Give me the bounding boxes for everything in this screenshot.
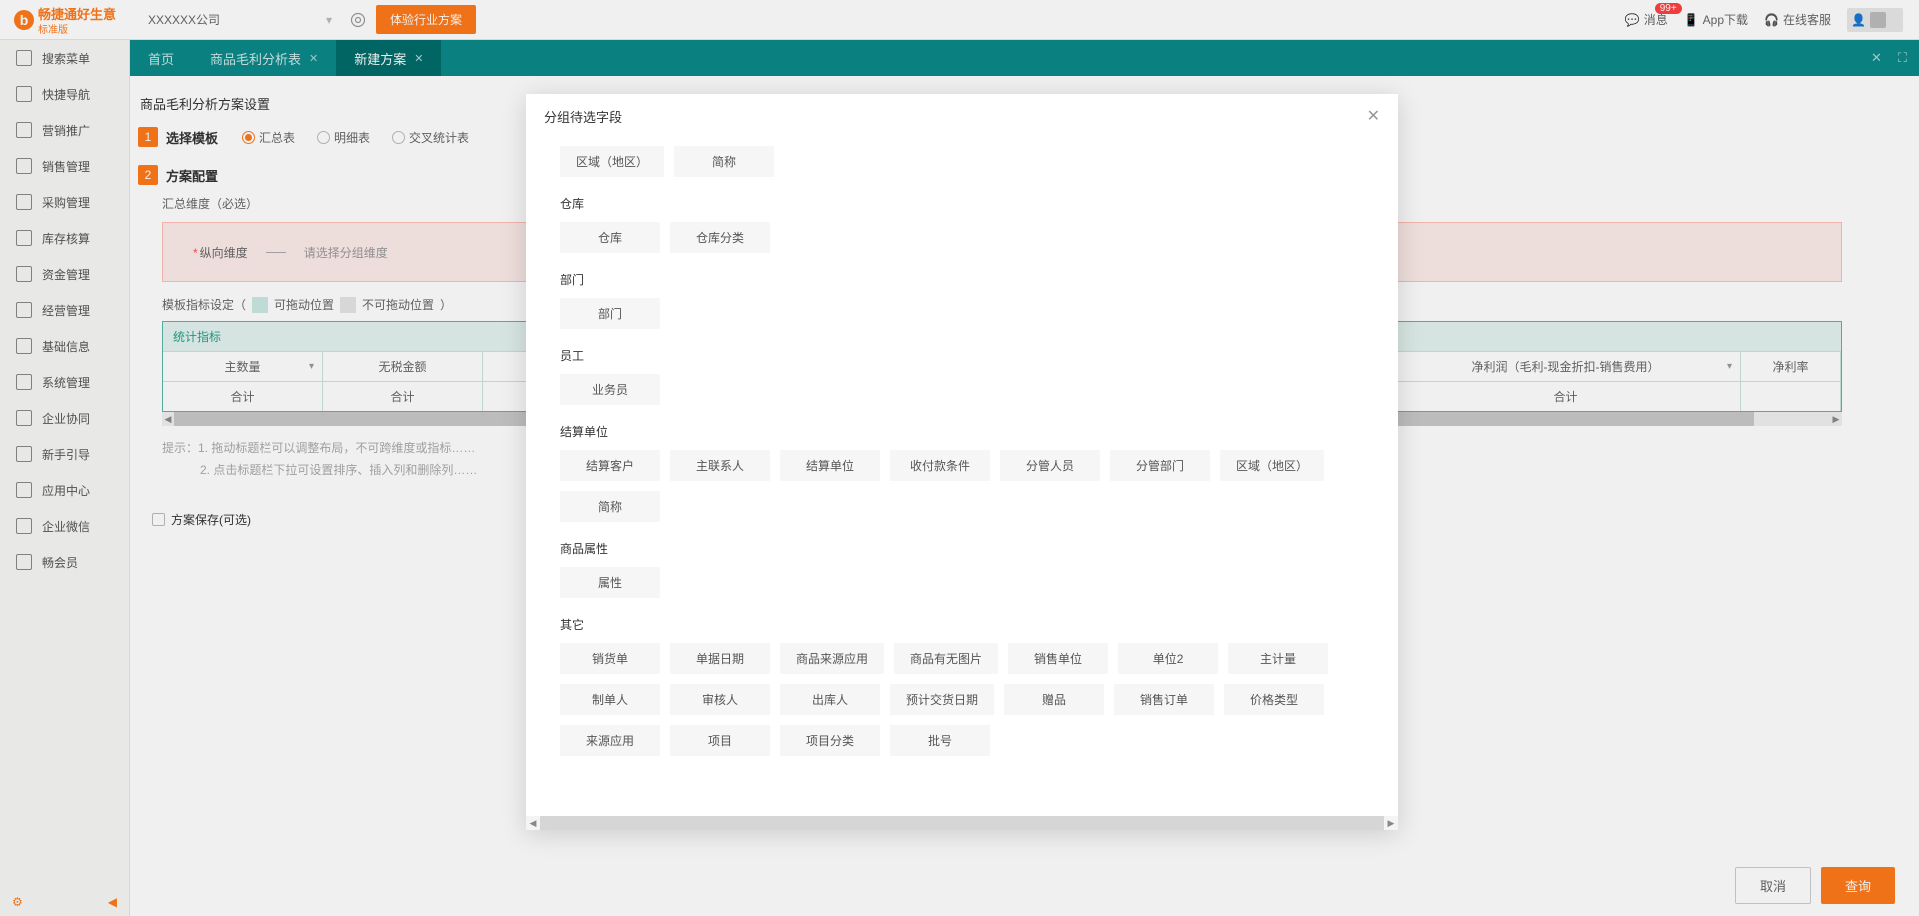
field-chip[interactable]: 出库人 bbox=[780, 684, 880, 715]
field-chips: 销货单单据日期商品来源应用商品有无图片销售单位单位2 主计量制单人审核人出库人预计… bbox=[560, 643, 1364, 756]
field-chip[interactable]: 商品来源应用 bbox=[780, 643, 884, 674]
field-chips: 部门 bbox=[560, 298, 1364, 329]
modal-horizontal-scrollbar[interactable]: ◀ ▶ bbox=[526, 816, 1398, 830]
field-chips: 结算客户主联系人结算单位收付款条件分管人员分管部门区域（地区） 简称 bbox=[560, 450, 1364, 522]
field-chip[interactable]: 结算单位 bbox=[780, 450, 880, 481]
field-group-title: 其它 bbox=[560, 616, 1364, 633]
scroll-right-arrow[interactable]: ▶ bbox=[1384, 816, 1398, 830]
field-group-title: 部门 bbox=[560, 271, 1364, 288]
scroll-thumb[interactable] bbox=[540, 816, 1384, 830]
field-chip[interactable]: 部门 bbox=[560, 298, 660, 329]
field-chip[interactable]: 主计量 bbox=[1228, 643, 1328, 674]
field-group-title: 仓库 bbox=[560, 195, 1364, 212]
field-chips: 属性 bbox=[560, 567, 1364, 598]
field-chip[interactable]: 仓库分类 bbox=[670, 222, 770, 253]
modal-body[interactable]: 客户客户分类分管部门分管人员主联系方式主营类别销售渠道 区域（地区）简称仓库仓库… bbox=[526, 138, 1398, 816]
field-chip[interactable]: 分管人员 bbox=[1000, 450, 1100, 481]
field-group-title: 员工 bbox=[560, 347, 1364, 364]
field-chip[interactable]: 项目 bbox=[670, 725, 770, 756]
field-chip[interactable]: 来源应用 bbox=[560, 725, 660, 756]
field-chip[interactable]: 业务员 bbox=[560, 374, 660, 405]
field-chips: 区域（地区） 简称 bbox=[560, 146, 1364, 177]
modal-header: 分组待选字段 ✕ bbox=[526, 94, 1398, 138]
field-chip[interactable]: 属性 bbox=[560, 567, 660, 598]
field-chip[interactable]: 收付款条件 bbox=[890, 450, 990, 481]
close-icon[interactable]: ✕ bbox=[1367, 106, 1380, 126]
field-chip[interactable]: 结算客户 bbox=[560, 450, 660, 481]
modal-title: 分组待选字段 bbox=[544, 107, 622, 126]
field-chip[interactable]: 价格类型 bbox=[1224, 684, 1324, 715]
field-chip[interactable]: 仓库 bbox=[560, 222, 660, 253]
field-chip[interactable]: 制单人 bbox=[560, 684, 660, 715]
field-chip[interactable]: 批号 bbox=[890, 725, 990, 756]
scroll-left-arrow[interactable]: ◀ bbox=[526, 816, 540, 830]
field-chip[interactable]: 审核人 bbox=[670, 684, 770, 715]
field-group-title: 结算单位 bbox=[560, 423, 1364, 440]
field-chip[interactable]: 简称 bbox=[674, 146, 774, 177]
field-chip[interactable]: 销售订单 bbox=[1114, 684, 1214, 715]
field-chip[interactable]: 单据日期 bbox=[670, 643, 770, 674]
field-chip[interactable]: 区域（地区） bbox=[1220, 450, 1324, 481]
field-chip[interactable]: 项目分类 bbox=[780, 725, 880, 756]
field-chips: 仓库仓库分类 bbox=[560, 222, 1364, 253]
field-group-title: 商品属性 bbox=[560, 540, 1364, 557]
field-chip[interactable]: 赠品 bbox=[1004, 684, 1104, 715]
field-chip[interactable]: 简称 bbox=[560, 491, 660, 522]
field-chip[interactable]: 销货单 bbox=[560, 643, 660, 674]
field-chips: 业务员 bbox=[560, 374, 1364, 405]
field-selector-modal: 分组待选字段 ✕ 客户客户分类分管部门分管人员主联系方式主营类别销售渠道 区域（… bbox=[526, 94, 1398, 830]
field-chip[interactable]: 商品有无图片 bbox=[894, 643, 998, 674]
field-chip[interactable]: 销售单位 bbox=[1008, 643, 1108, 674]
field-chip[interactable]: 区域（地区） bbox=[560, 146, 664, 177]
field-chip[interactable]: 单位2 bbox=[1118, 643, 1218, 674]
field-chip[interactable]: 主联系人 bbox=[670, 450, 770, 481]
field-chip[interactable]: 预计交货日期 bbox=[890, 684, 994, 715]
field-chip[interactable]: 分管部门 bbox=[1110, 450, 1210, 481]
